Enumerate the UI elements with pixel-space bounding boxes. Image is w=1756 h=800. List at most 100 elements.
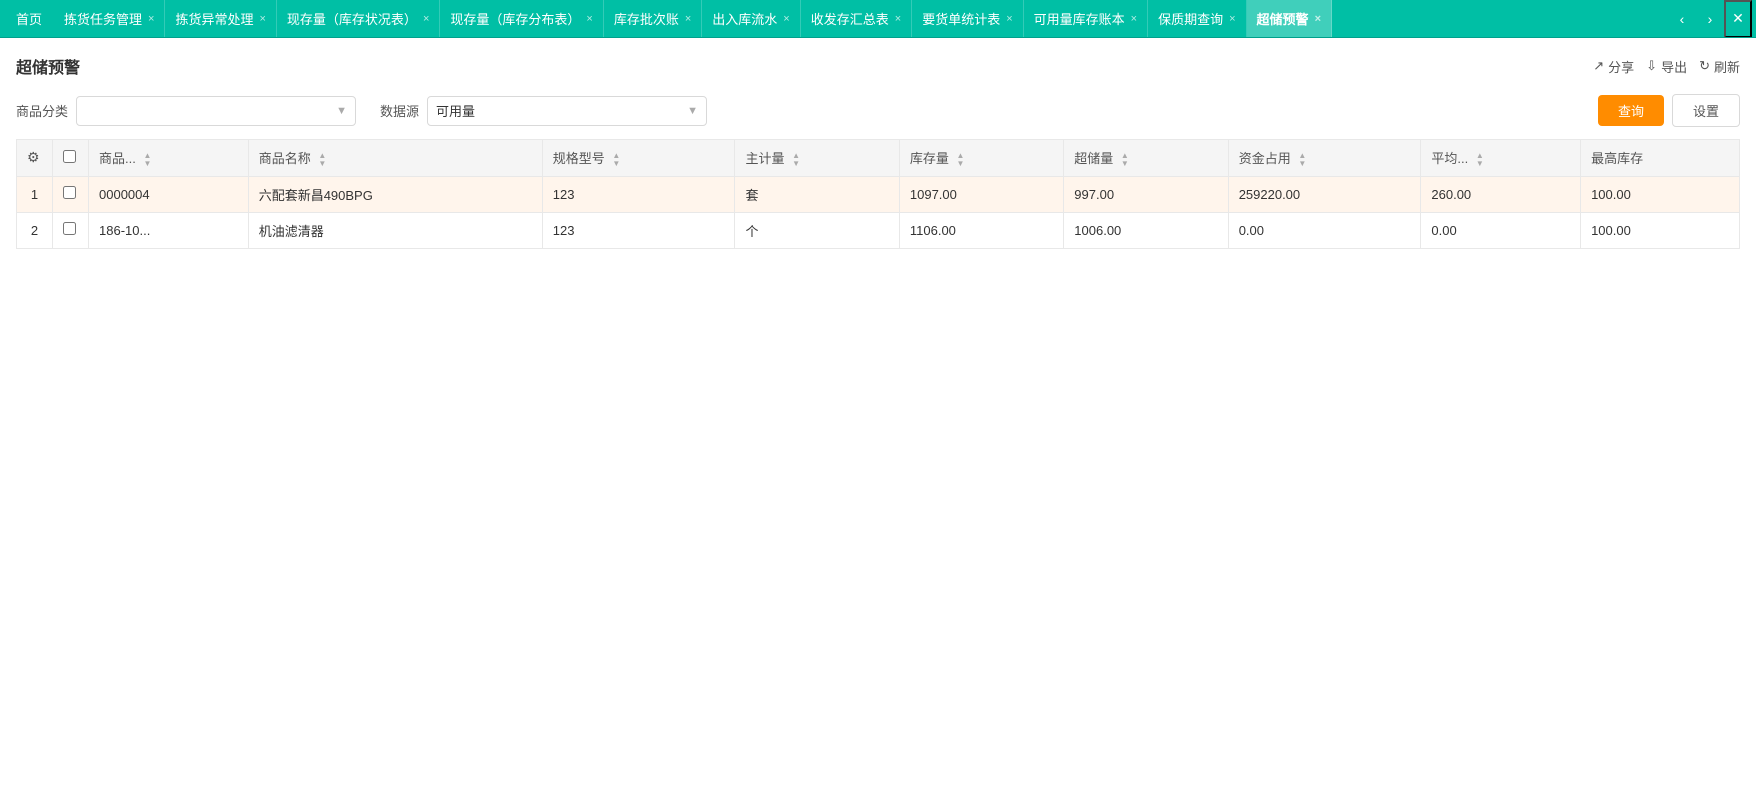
export-label: 导出: [1661, 57, 1687, 76]
nav-tab[interactable]: 收发存汇总表 ×: [801, 0, 912, 38]
refresh-action[interactable]: ↻ 刷新: [1699, 57, 1740, 76]
th-sku-code-label: 商品...: [99, 151, 136, 166]
nav-tab-label: 出入库流水: [712, 9, 777, 28]
share-label: 分享: [1608, 57, 1634, 76]
category-select[interactable]: ▼: [76, 96, 356, 126]
nav-tab[interactable]: 出入库流水 ×: [702, 0, 800, 38]
th-stock-label: 库存量: [910, 151, 949, 166]
export-icon: ⇩: [1646, 58, 1657, 74]
td-checkbox[interactable]: [53, 212, 89, 248]
refresh-icon: ↻: [1699, 58, 1710, 74]
td-checkbox[interactable]: [53, 176, 89, 212]
th-sku-code[interactable]: 商品... ▲ ▼: [89, 140, 249, 177]
th-avg-label: 平均...: [1431, 151, 1468, 166]
nav-arrows: ‹ › ✕: [1668, 0, 1752, 38]
row-checkbox[interactable]: [63, 186, 76, 199]
nav-tab[interactable]: 拣货任务管理 ×: [54, 0, 165, 38]
nav-tab-label: 收发存汇总表: [811, 9, 889, 28]
settings-button[interactable]: 设置: [1672, 94, 1740, 127]
th-capital-label: 资金占用: [1239, 151, 1291, 166]
nav-close-button[interactable]: ✕: [1724, 0, 1752, 38]
nav-tab[interactable]: 拣货异常处理×: [165, 0, 276, 38]
th-spec[interactable]: 规格型号 ▲ ▼: [542, 140, 735, 177]
nav-tab-close-icon[interactable]: ×: [783, 13, 789, 25]
th-stock[interactable]: 库存量 ▲ ▼: [899, 140, 1063, 177]
td-avg: 260.00: [1421, 176, 1581, 212]
datasource-select[interactable]: 可用量 ▼: [427, 96, 707, 126]
nav-tab-close-icon[interactable]: ×: [1229, 13, 1235, 25]
nav-tab[interactable]: 现存量（库存状况表） ×: [277, 0, 440, 38]
share-action[interactable]: ↗ 分享: [1593, 57, 1634, 76]
sort-arrows-avg: ▲ ▼: [1476, 152, 1484, 168]
td-avg: 0.00: [1421, 212, 1581, 248]
page-header: 超储预警 ↗ 分享 ⇩ 导出 ↻ 刷新: [16, 54, 1740, 78]
td-stock: 1106.00: [899, 212, 1063, 248]
nav-tab[interactable]: 库存批次账 ×: [604, 0, 702, 38]
th-unit[interactable]: 主计量 ▲ ▼: [735, 140, 899, 177]
table-header-row: ⚙ 商品... ▲ ▼ 商品名称 ▲ ▼: [17, 140, 1740, 177]
datasource-filter: 数据源 可用量 ▼: [380, 96, 707, 126]
category-label: 商品分类: [16, 101, 68, 120]
nav-tab-label: 可用量库存账本: [1034, 9, 1125, 28]
share-icon: ↗: [1593, 58, 1604, 74]
td-index: 2: [17, 212, 53, 248]
nav-tab-label: 超储预警: [1257, 9, 1309, 28]
th-overstock-label: 超储量: [1074, 151, 1113, 166]
nav-tab-close-icon[interactable]: ×: [148, 13, 154, 25]
nav-tab-label: 拣货任务管理: [64, 9, 142, 28]
row-checkbox[interactable]: [63, 222, 76, 235]
nav-tab-label: 库存批次账: [614, 9, 679, 28]
th-max-stock-label: 最高库存: [1591, 151, 1643, 166]
td-capital: 0.00: [1228, 212, 1421, 248]
th-checkbox[interactable]: [53, 140, 89, 177]
table-row: 10000004六配套新昌490BPG123套1097.00997.002592…: [17, 176, 1740, 212]
td-index: 1: [17, 176, 53, 212]
nav-tab[interactable]: 现存量（库存分布表）×: [440, 0, 603, 38]
nav-tab-close-icon[interactable]: ×: [1131, 13, 1137, 25]
table-header: ⚙ 商品... ▲ ▼ 商品名称 ▲ ▼: [17, 140, 1740, 177]
query-button[interactable]: 查询: [1598, 95, 1664, 126]
refresh-label: 刷新: [1714, 57, 1740, 76]
datasource-label: 数据源: [380, 101, 419, 120]
nav-tab[interactable]: 可用量库存账本 ×: [1024, 0, 1148, 38]
td-max-stock: 100.00: [1581, 212, 1740, 248]
sort-arrows-stock: ▲ ▼: [957, 152, 965, 168]
nav-tab-close-icon[interactable]: ×: [259, 13, 265, 25]
nav-tab-label: 保质期查询: [1158, 9, 1223, 28]
export-action[interactable]: ⇩ 导出: [1646, 57, 1687, 76]
nav-home[interactable]: 首页: [4, 0, 54, 38]
nav-tab[interactable]: 超储预警 ×: [1247, 0, 1332, 38]
filter-row: 商品分类 ▼ 数据源 可用量 ▼ 查询 设置: [16, 94, 1740, 127]
category-dropdown-icon: ▼: [336, 105, 347, 117]
td-spec: 123: [542, 176, 735, 212]
page-content: 超储预警 ↗ 分享 ⇩ 导出 ↻ 刷新 商品分类 ▼ 数据源: [0, 38, 1756, 800]
nav-tab-label: 现存量（库存状况表）: [287, 9, 417, 28]
td-overstock: 1006.00: [1064, 212, 1228, 248]
td-overstock: 997.00: [1064, 176, 1228, 212]
sort-arrows-spec: ▲ ▼: [612, 152, 620, 168]
nav-next-button[interactable]: ›: [1696, 0, 1724, 38]
filter-buttons: 查询 设置: [1598, 94, 1740, 127]
nav-tab[interactable]: 要货单统计表×: [912, 0, 1023, 38]
nav-tab-close-icon[interactable]: ×: [895, 13, 901, 25]
th-overstock[interactable]: 超储量 ▲ ▼: [1064, 140, 1228, 177]
th-avg[interactable]: 平均... ▲ ▼: [1421, 140, 1581, 177]
page-actions: ↗ 分享 ⇩ 导出 ↻ 刷新: [1593, 57, 1740, 76]
th-spec-label: 规格型号: [553, 151, 605, 166]
td-stock: 1097.00: [899, 176, 1063, 212]
th-sku-name[interactable]: 商品名称 ▲ ▼: [248, 140, 542, 177]
select-all-checkbox[interactable]: [63, 150, 76, 163]
nav-tab-close-icon[interactable]: ×: [1006, 13, 1012, 25]
nav-tab[interactable]: 保质期查询 ×: [1148, 0, 1246, 38]
th-capital[interactable]: 资金占用 ▲ ▼: [1228, 140, 1421, 177]
nav-tab-close-icon[interactable]: ×: [423, 13, 429, 25]
page-title: 超储预警: [16, 54, 80, 78]
nav-tab-close-icon[interactable]: ×: [586, 13, 592, 25]
nav-prev-button[interactable]: ‹: [1668, 0, 1696, 38]
nav-tab-close-icon[interactable]: ×: [685, 13, 691, 25]
nav-tab-close-icon[interactable]: ×: [1315, 13, 1321, 25]
gear-icon[interactable]: ⚙: [27, 149, 40, 165]
td-unit: 个: [735, 212, 899, 248]
table-body: 10000004六配套新昌490BPG123套1097.00997.002592…: [17, 176, 1740, 248]
th-gear[interactable]: ⚙: [17, 140, 53, 177]
